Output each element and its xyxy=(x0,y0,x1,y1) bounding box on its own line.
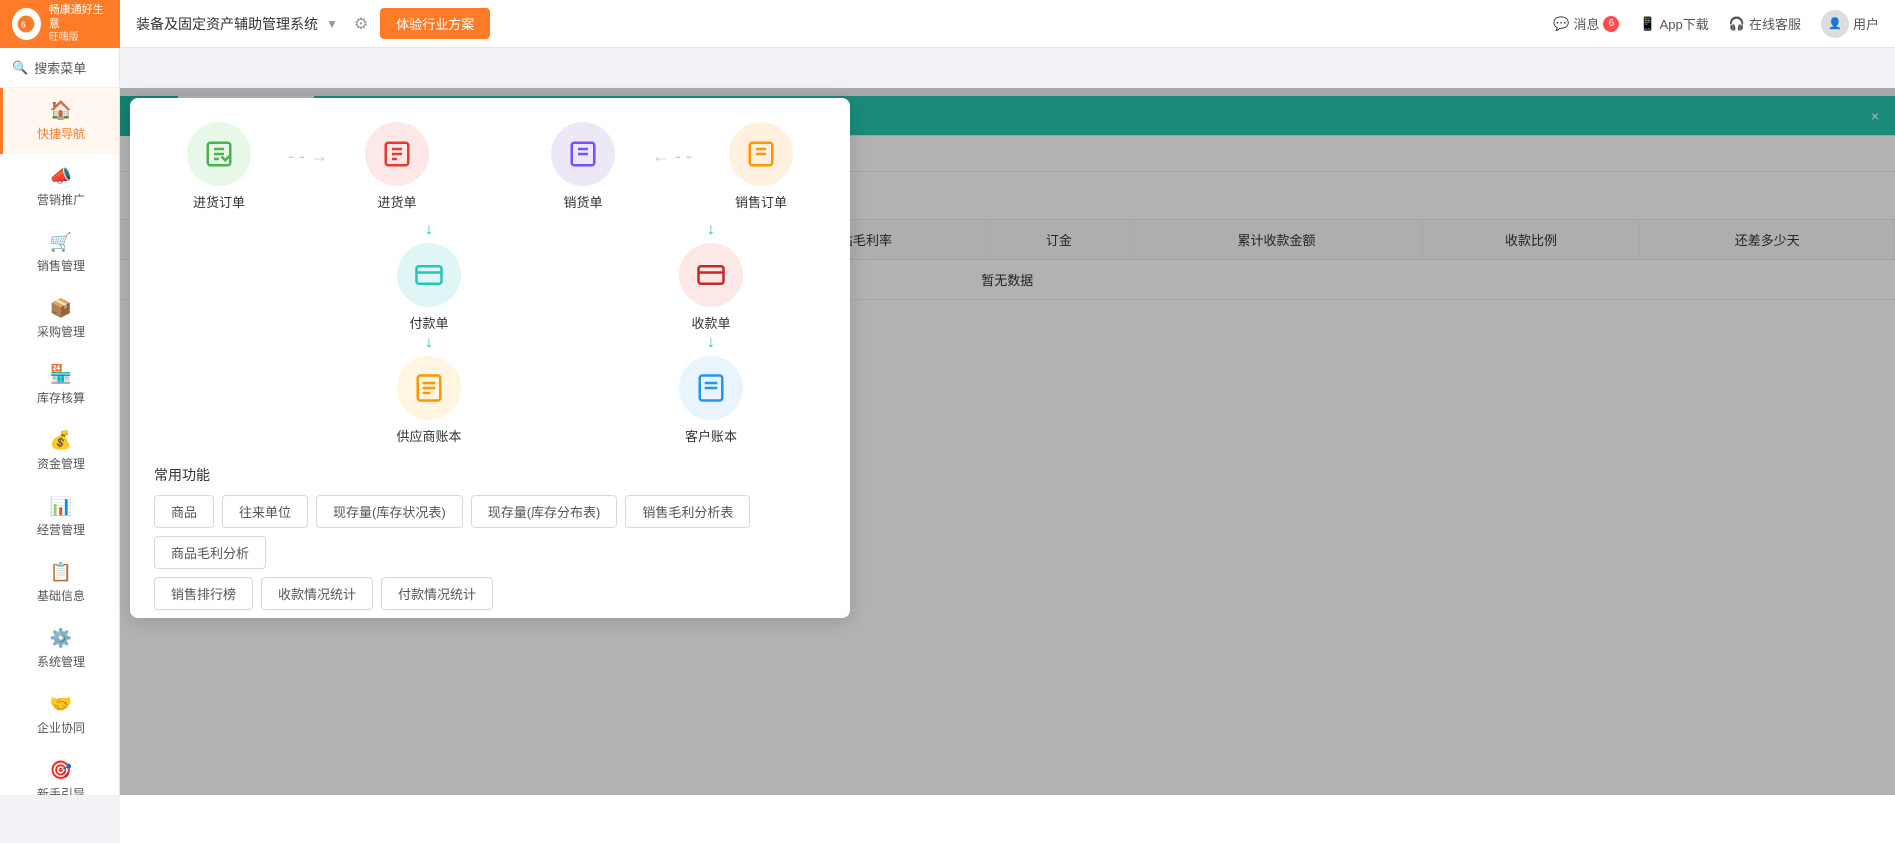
payment-circle xyxy=(397,243,461,307)
flow-node-sales-slip[interactable]: 销货单 xyxy=(518,122,648,211)
sidebar-item-newbie[interactable]: 🎯 新手引导 xyxy=(0,748,119,795)
arrow-right-1: - - → xyxy=(284,146,332,167)
sidebar-item-marketing[interactable]: 📣 营销推广 xyxy=(0,154,119,220)
flow-section: 进货订单 - - → 进货单 xyxy=(154,122,826,445)
sidebar-item-inventory[interactable]: 🏪 库存核算 xyxy=(0,352,119,418)
purchase-order-circle xyxy=(187,122,251,186)
logo-text: 畅康通好生意 旺嗨版 xyxy=(49,3,108,45)
message-action[interactable]: 💬 消息 6 xyxy=(1553,14,1619,33)
sidebar-item-system[interactable]: ⚙️ 系统管理 xyxy=(0,616,119,682)
common-funcs-title: 常用功能 xyxy=(154,465,826,485)
arrow-left-1: ← - - xyxy=(648,146,696,167)
sidebar-item-operation[interactable]: 📊 经营管理 xyxy=(0,484,119,550)
sales-icon: 🛒 xyxy=(50,232,72,253)
popup-box: 进货订单 - - → 进货单 xyxy=(130,98,850,618)
sales-order-circle xyxy=(729,122,793,186)
enterprise-icon: 🤝 xyxy=(50,694,72,715)
func-btn-stock-dist[interactable]: 现存量(库存分布表) xyxy=(471,495,618,528)
message-icon: 💬 xyxy=(1553,16,1569,32)
common-funcs: 常用功能 商品 往来单位 现存量(库存状况表) 现存量(库存分布表) 销售毛利分… xyxy=(154,465,826,610)
func-btn-stock-status[interactable]: 现存量(库存状况表) xyxy=(316,495,463,528)
home-icon: 🏠 xyxy=(50,100,72,121)
receipt-circle xyxy=(679,243,743,307)
newbie-icon: 🎯 xyxy=(50,760,72,781)
finance-icon: 💰 xyxy=(50,430,72,451)
supplier-book-circle xyxy=(397,356,461,420)
search-icon: 🔍 xyxy=(12,60,28,76)
basic-icon: 📋 xyxy=(50,562,72,583)
logo-icon: 6 xyxy=(12,8,41,40)
operation-icon: 📊 xyxy=(50,496,72,517)
func-btn-goods-profit[interactable]: 商品毛利分析 xyxy=(154,536,266,569)
flow-node-receipt[interactable]: ↓ 收款单 xyxy=(646,219,776,332)
search-menu[interactable]: 🔍 搜索菜单 xyxy=(0,48,119,88)
flow-node-purchase-order[interactable]: 进货订单 xyxy=(154,122,284,211)
func-btn-payment-stats[interactable]: 付款情况统计 xyxy=(381,577,493,610)
sidebar-item-sales[interactable]: 🛒 销售管理 xyxy=(0,220,119,286)
func-buttons: 商品 往来单位 现存量(库存状况表) 现存量(库存分布表) 销售毛利分析表 商品… xyxy=(154,495,826,569)
func-btn-partners[interactable]: 往来单位 xyxy=(222,495,308,528)
avatar: 👤 xyxy=(1821,10,1849,38)
func-btn-sales-profit[interactable]: 销售毛利分析表 xyxy=(625,495,750,528)
func-btn-sales-rank[interactable]: 销售排行榜 xyxy=(154,577,253,610)
flow-node-sales-order[interactable]: 销售订单 xyxy=(696,122,826,211)
flow-node-customer-book[interactable]: ↓ 客户账本 xyxy=(646,332,776,445)
customer-book-circle xyxy=(679,356,743,420)
system-dropdown-icon[interactable]: ▼ xyxy=(326,17,338,31)
purchase-icon: 📦 xyxy=(50,298,72,319)
popup-overlay[interactable]: 进货订单 - - → 进货单 xyxy=(120,88,1895,795)
func-buttons-row2: 销售排行榜 收款情况统计 付款情况统计 xyxy=(154,577,826,610)
func-btn-goods[interactable]: 商品 xyxy=(154,495,214,528)
sidebar-item-basic[interactable]: 📋 基础信息 xyxy=(0,550,119,616)
sales-slip-circle xyxy=(551,122,615,186)
purchase-slip-circle xyxy=(365,122,429,186)
system-icon: ⚙️ xyxy=(50,628,72,649)
func-btn-receipt-stats[interactable]: 收款情况统计 xyxy=(261,577,373,610)
logo-area: 6 畅康通好生意 旺嗨版 xyxy=(0,0,120,48)
flow-node-payment[interactable]: ↓ 付款单 xyxy=(364,219,494,332)
app-download-action[interactable]: 📱 App下载 xyxy=(1639,14,1708,33)
inventory-icon: 🏪 xyxy=(50,364,72,385)
top-header: 6 畅康通好生意 旺嗨版 装备及固定资产辅助管理系统 ▼ ⚙ 体验行业方案 💬 … xyxy=(0,0,1895,48)
svg-text:6: 6 xyxy=(21,19,26,29)
sidebar-item-enterprise[interactable]: 🤝 企业协同 xyxy=(0,682,119,748)
online-service-action[interactable]: 🎧 在线客服 xyxy=(1729,14,1801,33)
headset-icon: 🎧 xyxy=(1729,16,1745,32)
sidebar-item-purchase[interactable]: 📦 采购管理 xyxy=(0,286,119,352)
experience-btn[interactable]: 体验行业方案 xyxy=(380,8,490,39)
message-badge: 6 xyxy=(1603,16,1619,32)
system-title: 装备及固定资产辅助管理系统 ▼ ⚙ xyxy=(136,14,368,34)
header-right: 💬 消息 6 📱 App下载 🎧 在线客服 👤 用户 xyxy=(1553,10,1879,38)
gear-icon[interactable]: ⚙ xyxy=(354,14,368,34)
flow-node-supplier-book[interactable]: ↓ 供应商账本 xyxy=(364,332,494,445)
sidebar-item-quick-nav[interactable]: 🏠 快捷导航 xyxy=(0,88,119,154)
sidebar-item-finance[interactable]: 💰 资金管理 xyxy=(0,418,119,484)
user-action[interactable]: 👤 用户 xyxy=(1821,10,1879,38)
phone-icon: 📱 xyxy=(1639,16,1655,32)
flow-node-purchase-slip[interactable]: 进货单 xyxy=(332,122,462,211)
sidebar: 🔍 搜索菜单 🏠 快捷导航 📣 营销推广 🛒 销售管理 📦 采购管理 🏪 库存核… xyxy=(0,48,120,795)
marketing-icon: 📣 xyxy=(50,166,72,187)
flow-row-1: 进货订单 - - → 进货单 xyxy=(154,122,826,211)
